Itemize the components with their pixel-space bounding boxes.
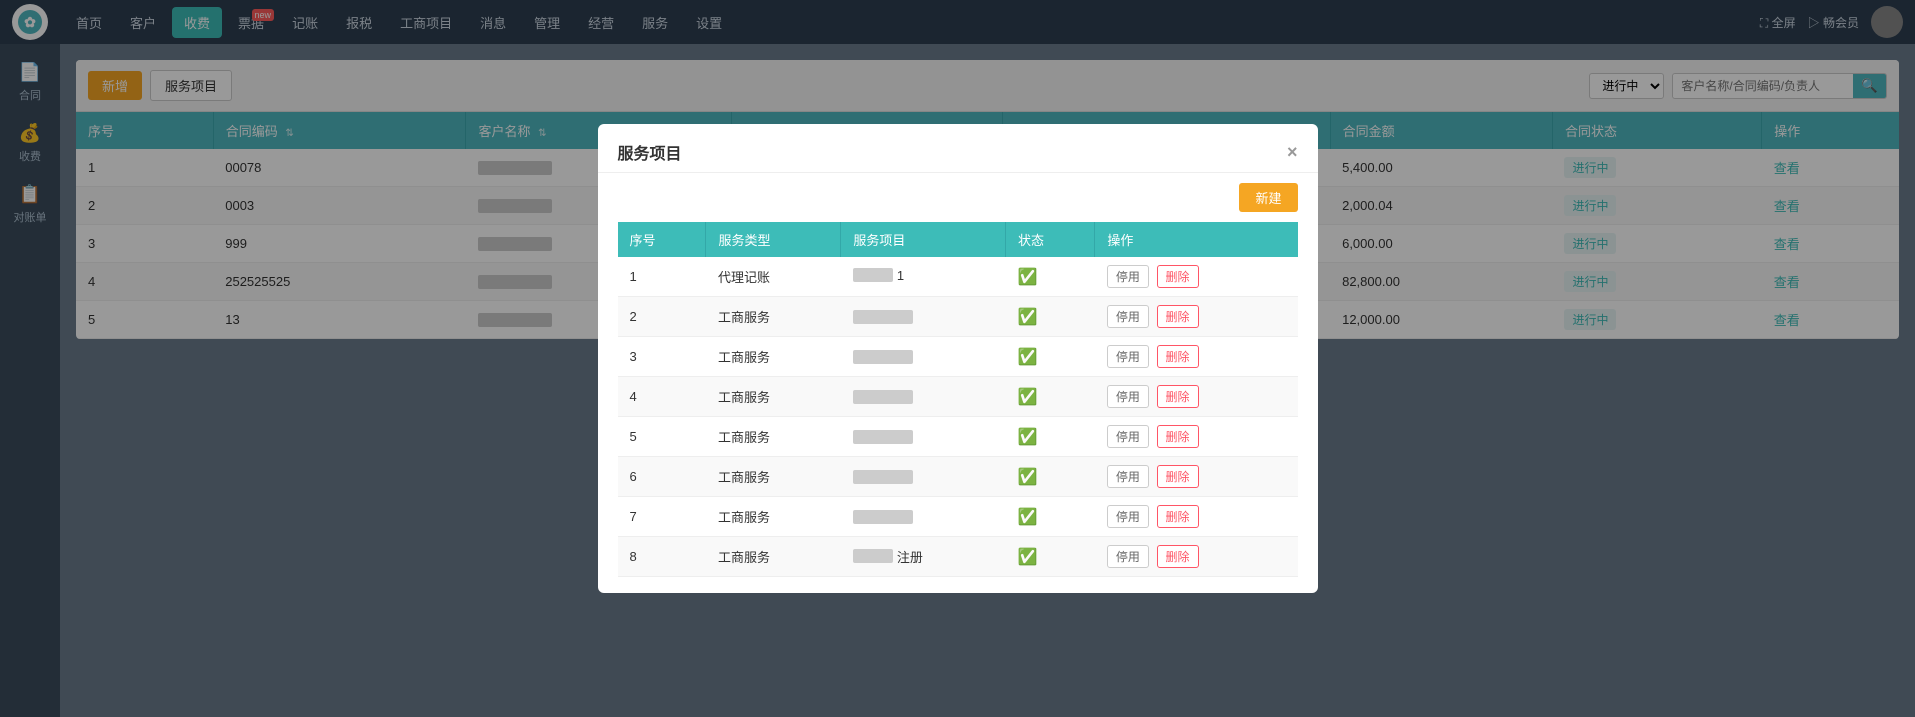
status-check-icon: ✅ bbox=[1018, 349, 1038, 366]
modal-cell-index: 8 bbox=[618, 537, 706, 577]
modal-cell-type: 工商服务 bbox=[706, 417, 841, 457]
modal-cell-index: 3 bbox=[618, 337, 706, 377]
list-item: 8 工商服务 注册 ✅ 停用 删除 bbox=[618, 537, 1298, 577]
modal-cell-status: ✅ bbox=[1006, 297, 1095, 337]
modal-header: 服务项目 × bbox=[598, 124, 1318, 173]
modal-cell-action: 停用 删除 bbox=[1095, 457, 1298, 497]
modal-cell-project: 注册 bbox=[841, 537, 1006, 577]
modal-cell-project bbox=[841, 377, 1006, 417]
delete-button[interactable]: 删除 bbox=[1157, 425, 1199, 448]
list-item: 4 工商服务 ✅ 停用 删除 bbox=[618, 377, 1298, 417]
stop-button[interactable]: 停用 bbox=[1107, 545, 1149, 568]
list-item: 6 工商服务 ✅ 停用 删除 bbox=[618, 457, 1298, 497]
list-item: 5 工商服务 ✅ 停用 删除 bbox=[618, 417, 1298, 457]
modal-cell-status: ✅ bbox=[1006, 497, 1095, 537]
modal-cell-status: ✅ bbox=[1006, 417, 1095, 457]
delete-button[interactable]: 删除 bbox=[1157, 305, 1199, 328]
modal-cell-action: 停用 删除 bbox=[1095, 537, 1298, 577]
modal-cell-index: 5 bbox=[618, 417, 706, 457]
list-item: 2 工商服务 ✅ 停用 删除 bbox=[618, 297, 1298, 337]
status-check-icon: ✅ bbox=[1018, 509, 1038, 526]
modal-cell-type: 代理记账 bbox=[706, 257, 841, 297]
modal-cell-index: 4 bbox=[618, 377, 706, 417]
stop-button[interactable]: 停用 bbox=[1107, 345, 1149, 368]
modal-cell-index: 6 bbox=[618, 457, 706, 497]
modal-col-type: 服务类型 bbox=[706, 222, 841, 257]
stop-button[interactable]: 停用 bbox=[1107, 265, 1149, 288]
status-check-icon: ✅ bbox=[1018, 549, 1038, 566]
status-check-icon: ✅ bbox=[1018, 269, 1038, 286]
modal-cell-action: 停用 删除 bbox=[1095, 417, 1298, 457]
delete-button[interactable]: 删除 bbox=[1157, 505, 1199, 528]
status-check-icon: ✅ bbox=[1018, 429, 1038, 446]
modal-cell-type: 工商服务 bbox=[706, 497, 841, 537]
modal-cell-type: 工商服务 bbox=[706, 377, 841, 417]
status-check-icon: ✅ bbox=[1018, 309, 1038, 326]
modal-cell-project bbox=[841, 417, 1006, 457]
modal-title: 服务项目 bbox=[618, 140, 682, 164]
modal-cell-project: 1 bbox=[841, 257, 1006, 297]
modal-cell-status: ✅ bbox=[1006, 337, 1095, 377]
stop-button[interactable]: 停用 bbox=[1107, 425, 1149, 448]
list-item: 3 工商服务 ✅ 停用 删除 bbox=[618, 337, 1298, 377]
modal-cell-action: 停用 删除 bbox=[1095, 377, 1298, 417]
modal-cell-index: 2 bbox=[618, 297, 706, 337]
modal-cell-project bbox=[841, 297, 1006, 337]
delete-button[interactable]: 删除 bbox=[1157, 345, 1199, 368]
modal-cell-status: ✅ bbox=[1006, 377, 1095, 417]
delete-button[interactable]: 删除 bbox=[1157, 385, 1199, 408]
list-item: 1 代理记账 1 ✅ 停用 删除 bbox=[618, 257, 1298, 297]
modal-close-button[interactable]: × bbox=[1287, 143, 1298, 161]
modal-cell-type: 工商服务 bbox=[706, 337, 841, 377]
delete-button[interactable]: 删除 bbox=[1157, 465, 1199, 488]
stop-button[interactable]: 停用 bbox=[1107, 305, 1149, 328]
modal-toolbar: 新建 bbox=[598, 173, 1318, 222]
modal-new-button[interactable]: 新建 bbox=[1239, 183, 1297, 212]
service-items-table: 序号 服务类型 服务项目 状态 操作 1 代理记账 1 ✅ 停用 删除 2 工商… bbox=[618, 222, 1298, 577]
modal-cell-status: ✅ bbox=[1006, 537, 1095, 577]
modal-cell-type: 工商服务 bbox=[706, 297, 841, 337]
service-modal: 服务项目 × 新建 序号 服务类型 服务项目 状态 操作 1 代理记账 1 bbox=[598, 124, 1318, 593]
modal-cell-action: 停用 删除 bbox=[1095, 337, 1298, 377]
modal-col-project: 服务项目 bbox=[841, 222, 1006, 257]
modal-cell-type: 工商服务 bbox=[706, 537, 841, 577]
modal-cell-index: 1 bbox=[618, 257, 706, 297]
modal-col-status: 状态 bbox=[1006, 222, 1095, 257]
stop-button[interactable]: 停用 bbox=[1107, 465, 1149, 488]
modal-overlay[interactable]: 服务项目 × 新建 序号 服务类型 服务项目 状态 操作 1 代理记账 1 bbox=[0, 0, 1915, 717]
modal-cell-project bbox=[841, 497, 1006, 537]
modal-col-action: 操作 bbox=[1095, 222, 1298, 257]
modal-cell-type: 工商服务 bbox=[706, 457, 841, 497]
modal-body: 序号 服务类型 服务项目 状态 操作 1 代理记账 1 ✅ 停用 删除 2 工商… bbox=[598, 222, 1318, 593]
modal-col-index: 序号 bbox=[618, 222, 706, 257]
list-item: 7 工商服务 ✅ 停用 删除 bbox=[618, 497, 1298, 537]
modal-cell-action: 停用 删除 bbox=[1095, 297, 1298, 337]
status-check-icon: ✅ bbox=[1018, 469, 1038, 486]
stop-button[interactable]: 停用 bbox=[1107, 505, 1149, 528]
modal-cell-index: 7 bbox=[618, 497, 706, 537]
status-check-icon: ✅ bbox=[1018, 389, 1038, 406]
modal-cell-status: ✅ bbox=[1006, 257, 1095, 297]
delete-button[interactable]: 删除 bbox=[1157, 545, 1199, 568]
stop-button[interactable]: 停用 bbox=[1107, 385, 1149, 408]
modal-cell-action: 停用 删除 bbox=[1095, 497, 1298, 537]
delete-button[interactable]: 删除 bbox=[1157, 265, 1199, 288]
modal-cell-status: ✅ bbox=[1006, 457, 1095, 497]
modal-cell-action: 停用 删除 bbox=[1095, 257, 1298, 297]
modal-cell-project bbox=[841, 337, 1006, 377]
modal-cell-project bbox=[841, 457, 1006, 497]
